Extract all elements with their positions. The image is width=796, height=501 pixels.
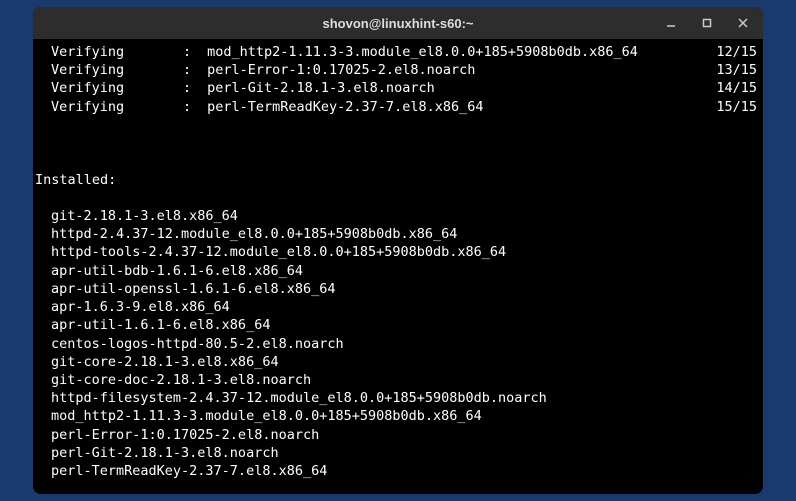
close-icon [738, 18, 748, 28]
blank-line [35, 134, 761, 152]
verify-colon: : [183, 79, 199, 97]
terminal-body[interactable]: Verifying: mod_http2-1.11.3-3.module_el8… [33, 39, 763, 494]
titlebar: shovon@linuxhint-s60:~ [33, 7, 763, 39]
installed-package: git-core-2.18.1-3.el8.x86_64 [35, 353, 761, 371]
installed-package: git-2.18.1-3.el8.x86_64 [35, 207, 761, 225]
window-controls [659, 13, 755, 33]
verify-line: Verifying: perl-Error-1:0.17025-2.el8.no… [35, 61, 761, 79]
installed-package: perl-TermReadKey-2.37-7.el8.x86_64 [35, 462, 761, 480]
minimize-icon [666, 18, 676, 28]
verify-package: perl-Error-1:0.17025-2.el8.noarch [199, 61, 716, 79]
verify-count: 15/15 [716, 98, 761, 116]
installed-package: apr-util-1.6.1-6.el8.x86_64 [35, 316, 761, 334]
installed-package: apr-util-bdb-1.6.1-6.el8.x86_64 [35, 262, 761, 280]
installed-package: apr-util-openssl-1.6.1-6.el8.x86_64 [35, 280, 761, 298]
installed-package: git-core-doc-2.18.1-3.el8.noarch [35, 371, 761, 389]
installed-package: perl-Error-1:0.17025-2.el8.noarch [35, 426, 761, 444]
verify-colon: : [183, 98, 199, 116]
verify-colon: : [183, 61, 199, 79]
verify-label: Verifying [35, 79, 183, 97]
verify-colon: : [183, 43, 199, 61]
verify-line: Verifying: mod_http2-1.11.3-3.module_el8… [35, 43, 761, 61]
verify-label: Verifying [35, 61, 183, 79]
verify-package: perl-TermReadKey-2.37-7.el8.x86_64 [199, 98, 716, 116]
maximize-icon [702, 18, 712, 28]
terminal-window: shovon@linuxhint-s60:~ Verifying: mod_ht… [33, 7, 763, 494]
close-button[interactable] [731, 13, 755, 33]
maximize-button[interactable] [695, 13, 719, 33]
minimize-button[interactable] [659, 13, 683, 33]
verify-package: mod_http2-1.11.3-3.module_el8.0.0+185+59… [199, 43, 716, 61]
verify-count: 14/15 [716, 79, 761, 97]
verify-count: 12/15 [716, 43, 761, 61]
window-title: shovon@linuxhint-s60:~ [323, 16, 474, 31]
installed-package: apr-1.6.3-9.el8.x86_64 [35, 298, 761, 316]
installed-header: Installed: [35, 171, 761, 189]
verify-label: Verifying [35, 98, 183, 116]
verify-line: Verifying: perl-Git-2.18.1-3.el8.noarch1… [35, 79, 761, 97]
installed-package: httpd-2.4.37-12.module_el8.0.0+185+5908b… [35, 225, 761, 243]
installed-package: httpd-filesystem-2.4.37-12.module_el8.0.… [35, 389, 761, 407]
installed-package: perl-Git-2.18.1-3.el8.noarch [35, 444, 761, 462]
verify-package: perl-Git-2.18.1-3.el8.noarch [199, 79, 716, 97]
verify-label: Verifying [35, 43, 183, 61]
verify-count: 13/15 [716, 61, 761, 79]
installed-package: httpd-tools-2.4.37-12.module_el8.0.0+185… [35, 243, 761, 261]
installed-package: mod_http2-1.11.3-3.module_el8.0.0+185+59… [35, 407, 761, 425]
installed-package: centos-logos-httpd-80.5-2.el8.noarch [35, 335, 761, 353]
verify-line: Verifying: perl-TermReadKey-2.37-7.el8.x… [35, 98, 761, 116]
